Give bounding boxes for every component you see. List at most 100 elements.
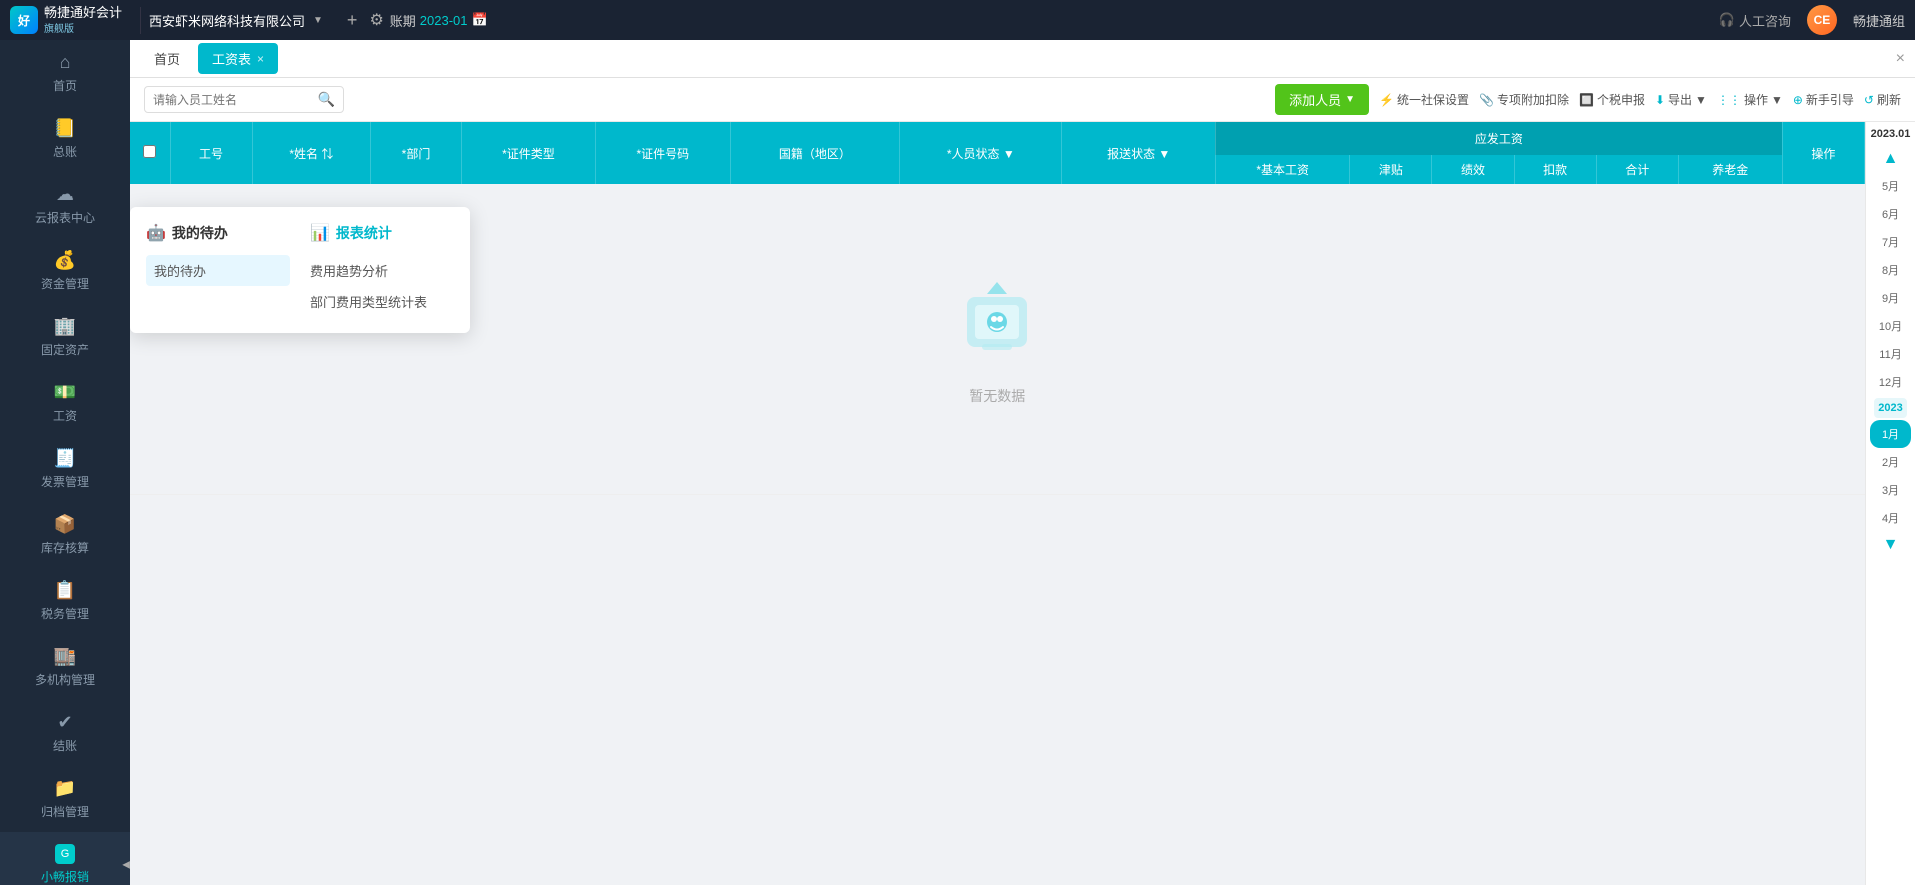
sidebar-item-inventory[interactable]: 📦 库存核算 <box>0 502 130 568</box>
user-avatar[interactable]: CE <box>1807 5 1837 35</box>
dropdown-col2: 📊 报表统计 费用趋势分析 部门费用类型统计表 <box>310 223 454 317</box>
timeline-prev-button[interactable]: ▲ <box>1879 146 1903 172</box>
sidebar-item-expense[interactable]: G 小畅报销 ◀ <box>0 832 130 885</box>
content-area: 首页 工资表 × × 🔍 添加人员 ▼ ⚡ 统一社保设置 <box>130 40 1915 885</box>
timeline-month-9[interactable]: 9月 <box>1866 284 1915 312</box>
sidebar: ⌂ 首页 📒 总账 ☁ 云报表中心 💰 资金管理 🏢 固定资产 💵 工资 🧾 发… <box>0 40 130 885</box>
personal-tax-button[interactable]: 🔲 个税申报 <box>1579 91 1645 108</box>
timeline-year-2023: 2023 <box>1874 398 1906 418</box>
table-section: 🤖 我的待办 我的待办 📊 报表统计 费用趋势分析 <box>130 122 1915 885</box>
refresh-icon: ↺ <box>1864 93 1874 107</box>
timeline-month-10[interactable]: 10月 <box>1866 312 1915 340</box>
timeline-month-1[interactable]: 1月 <box>1870 420 1911 448</box>
ops-icon: ⋮⋮ <box>1717 93 1741 107</box>
timeline-month-3[interactable]: 3月 <box>1866 476 1915 504</box>
sidebar-item-fund[interactable]: 💰 资金管理 <box>0 238 130 304</box>
search-icon[interactable]: 🔍 <box>318 91 335 108</box>
sidebar-item-checkout[interactable]: ✔ 结账 <box>0 700 130 766</box>
operations-button[interactable]: ⋮⋮ 操作 ▼ <box>1717 91 1783 108</box>
sidebar-item-home[interactable]: ⌂ 首页 <box>0 40 130 106</box>
timeline-month-4[interactable]: 4月 <box>1866 504 1915 532</box>
company-name: 西安虾米网络科技有限公司 <box>149 11 305 30</box>
add-person-button[interactable]: 添加人员 ▼ <box>1275 84 1369 115</box>
search-input[interactable] <box>153 93 312 107</box>
guide2-icon: ⊕ <box>1793 93 1803 107</box>
export-arrow-icon: ▼ <box>1695 93 1707 107</box>
ledger-icon: 📒 <box>54 118 76 139</box>
period-selector[interactable]: 账期 2023-01 📅 <box>390 11 488 30</box>
settings-icon[interactable]: ⚙ <box>369 10 383 30</box>
add-person-arrow-icon: ▼ <box>1345 94 1355 105</box>
app-logo-icon: 好 <box>10 6 38 34</box>
dropdown-item-trend[interactable]: 费用趋势分析 <box>310 255 454 286</box>
logo-text-block: 畅捷通好会计 旗舰版 <box>44 5 122 36</box>
robot-icon: 🤖 <box>146 223 166 243</box>
guide-button[interactable]: ⊕ 新手引导 <box>1793 91 1854 108</box>
timeline-month-6[interactable]: 6月 <box>1866 200 1915 228</box>
export-label: 导出 <box>1668 91 1692 108</box>
timeline-month-2[interactable]: 2月 <box>1866 448 1915 476</box>
sidebar-item-multi-org[interactable]: 🏬 多机构管理 <box>0 634 130 700</box>
sidebar-label-inventory: 库存核算 <box>41 539 89 556</box>
timeline-next-button[interactable]: ▼ <box>1879 532 1903 558</box>
add-icon[interactable]: + <box>347 10 358 31</box>
col-id: 工号 <box>170 122 252 184</box>
tab-home-label: 首页 <box>154 52 180 67</box>
org-icon: 🏬 <box>54 646 76 667</box>
company-selector[interactable]: 西安虾米网络科技有限公司 ▼ <box>140 7 331 34</box>
sidebar-item-cloud-report[interactable]: ☁ 云报表中心 <box>0 172 130 238</box>
dropdown-panel: 🤖 我的待办 我的待办 📊 报表统计 费用趋势分析 <box>130 207 470 333</box>
toolbar: 🔍 添加人员 ▼ ⚡ 统一社保设置 📎 专项附加扣除 🔲 个税申报 <box>130 78 1915 122</box>
col-person-status: *人员状态 ▼ <box>900 122 1062 184</box>
service-label: 人工咨询 <box>1739 11 1791 30</box>
dropdown-item-my-todo[interactable]: 我的待办 <box>146 255 290 286</box>
service-button[interactable]: 🎧 人工咨询 <box>1719 11 1791 30</box>
sidebar-item-salary[interactable]: 💵 工资 <box>0 370 130 436</box>
search-box: 🔍 <box>144 86 344 113</box>
app-sub: 旗舰版 <box>44 20 122 35</box>
tab-salary[interactable]: 工资表 × <box>198 43 278 74</box>
col-operations: 操作 <box>1782 122 1864 184</box>
sidebar-item-fixed-assets[interactable]: 🏢 固定资产 <box>0 304 130 370</box>
header-actions: + ⚙ <box>347 10 384 31</box>
timeline-month-11[interactable]: 11月 <box>1866 340 1915 368</box>
col-report-status: 报送状态 ▼ <box>1062 122 1216 184</box>
special-deduction-button[interactable]: 📎 专项附加扣除 <box>1479 91 1569 108</box>
timeline-month-7[interactable]: 7月 <box>1866 228 1915 256</box>
main-layout: ⌂ 首页 📒 总账 ☁ 云报表中心 💰 资金管理 🏢 固定资产 💵 工资 🧾 发… <box>0 40 1915 885</box>
timeline-month-12[interactable]: 12月 <box>1866 368 1915 396</box>
logo-area: 好 畅捷通好会计 旗舰版 <box>10 5 130 36</box>
tab-close-button[interactable]: × <box>257 52 264 66</box>
chart-icon: 📊 <box>310 223 330 243</box>
timeline-month-5[interactable]: 5月 <box>1866 172 1915 200</box>
avatar-initials: CE <box>1814 13 1831 27</box>
col-salary-group: 应发工资 <box>1215 122 1782 155</box>
dropdown-item-dept-stats[interactable]: 部门费用类型统计表 <box>310 286 454 317</box>
social-security-button[interactable]: ⚡ 统一社保设置 <box>1379 91 1469 108</box>
sidebar-item-tax[interactable]: 📋 税务管理 <box>0 568 130 634</box>
sidebar-label-fund: 资金管理 <box>41 275 89 292</box>
sidebar-item-invoice[interactable]: 🧾 发票管理 <box>0 436 130 502</box>
tax-icon: 📋 <box>54 580 76 601</box>
tab-home[interactable]: 首页 <box>140 43 194 74</box>
cloud-icon: ☁ <box>56 184 74 205</box>
building-icon: 🏢 <box>54 316 76 337</box>
dropdown-col2-title: 📊 报表统计 <box>310 223 454 243</box>
close-all-tabs-button[interactable]: × <box>1896 50 1905 68</box>
dropdown-cols: 🤖 我的待办 我的待办 📊 报表统计 费用趋势分析 <box>146 223 454 317</box>
export-button[interactable]: ⬇ 导出 ▼ <box>1655 91 1707 108</box>
sidebar-item-archive[interactable]: 📁 归档管理 <box>0 766 130 832</box>
select-all-checkbox[interactable] <box>143 145 156 158</box>
col-checkbox <box>130 122 170 184</box>
col-nationality: 国籍（地区） <box>730 122 900 184</box>
special-deduction-label: 专项附加扣除 <box>1497 91 1569 108</box>
app-name: 畅捷通好会计 <box>44 5 122 21</box>
timeline-month-8[interactable]: 8月 <box>1866 256 1915 284</box>
sidebar-label-home: 首页 <box>53 77 77 94</box>
col-deduction: 扣款 <box>1514 155 1596 184</box>
expense-icon: G <box>55 844 75 864</box>
add-person-label: 添加人员 <box>1289 90 1341 109</box>
salary-icon: 💵 <box>54 382 76 403</box>
sidebar-item-ledger[interactable]: 📒 总账 <box>0 106 130 172</box>
refresh-button[interactable]: ↺ 刷新 <box>1864 91 1901 108</box>
